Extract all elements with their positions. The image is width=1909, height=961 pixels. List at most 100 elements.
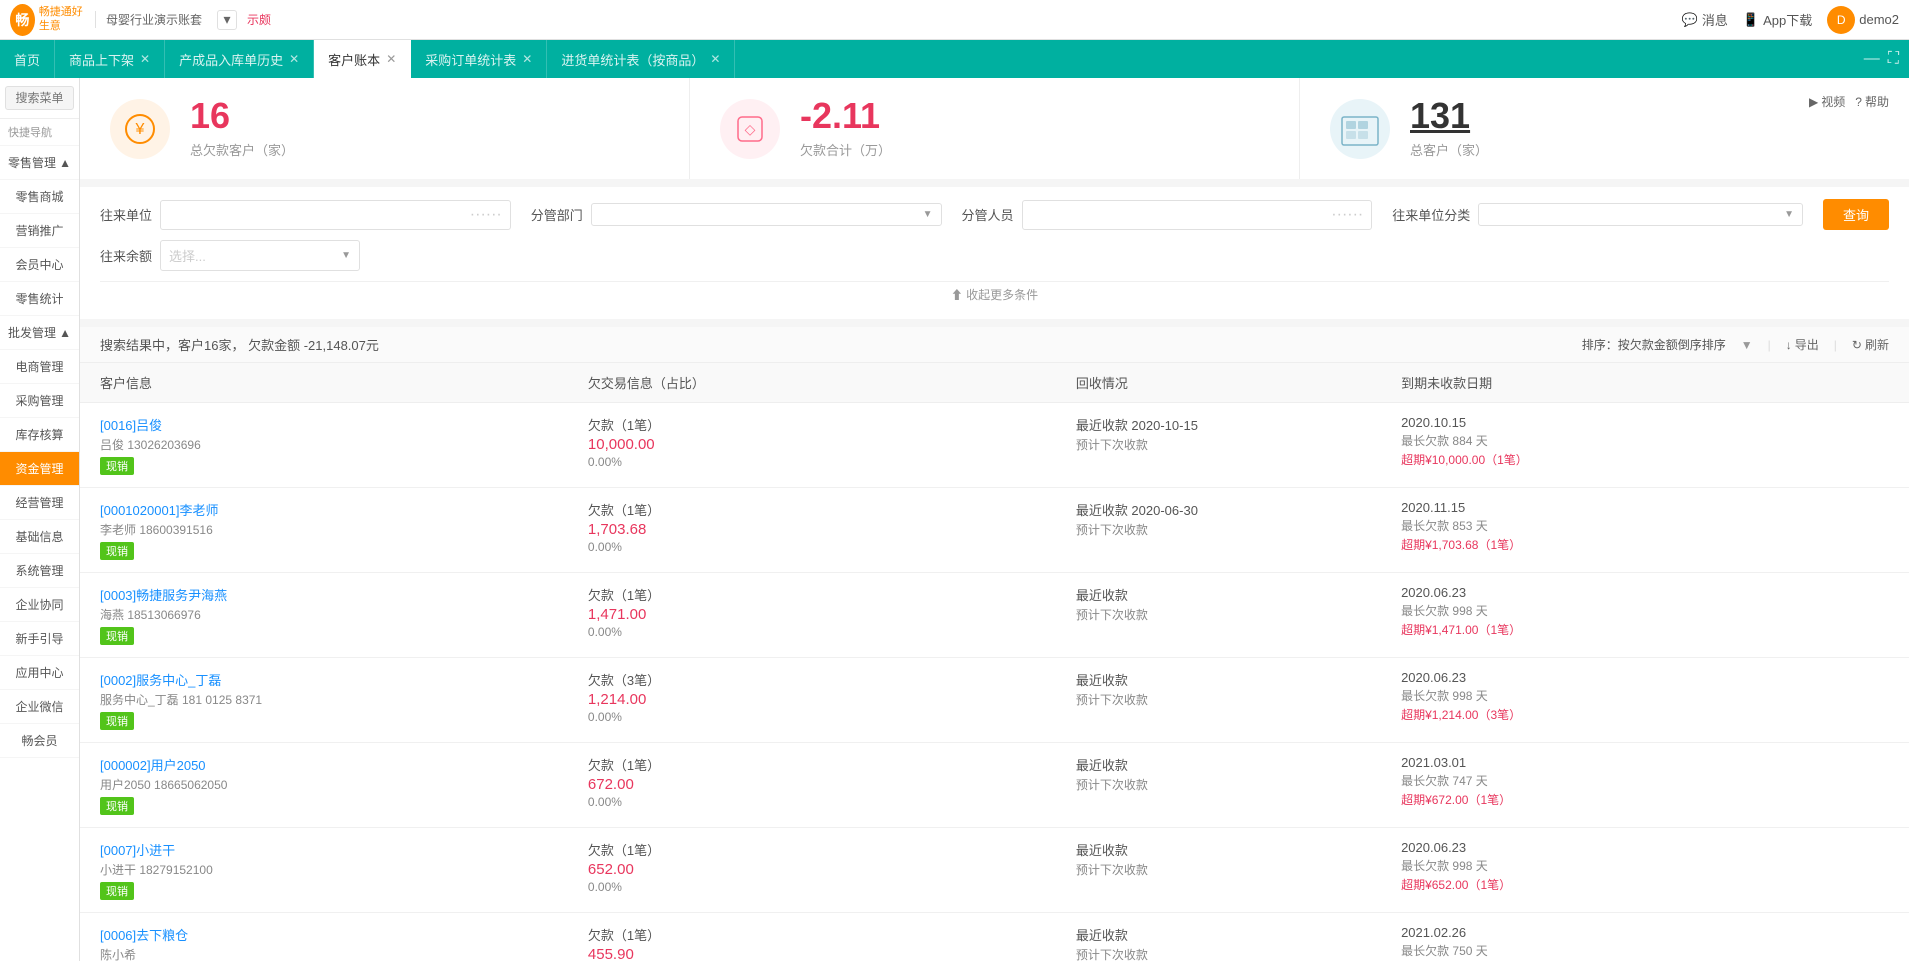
tab-home[interactable]: 首页 <box>0 40 55 78</box>
avatar: D <box>1827 6 1855 34</box>
customer-info-cell: [0016]吕俊 吕俊 13026203696 现销 <box>100 415 588 475</box>
stats-row: ¥ 16 总欠款客户（家） ◇ <box>80 78 1909 179</box>
overdue-amount-link[interactable]: 超期¥1,214.00（3笔） <box>1401 708 1521 722</box>
last-payment: 最近收款 <box>1076 670 1401 689</box>
tab-close-icon[interactable]: ✕ <box>386 52 396 66</box>
table-row: [0003]畅捷服务尹海燕 海燕 18513066976 现销 欠款（1笔） 1… <box>80 573 1909 658</box>
tab-minimize-icon[interactable]: — <box>1864 50 1880 68</box>
filter-label-dept: 分管部门 <box>531 205 583 224</box>
tab-close-icon[interactable]: ✕ <box>710 52 720 66</box>
filter-section: 往来单位 ··· 分管部门 ▼ 分管人员 ··· <box>80 187 1909 319</box>
debt-count: 欠款（1笔） <box>588 585 1076 604</box>
debt-percent: 0.00% <box>588 795 1076 809</box>
sidebar-item-retail-stats[interactable]: 零售统计 <box>0 282 79 316</box>
sidebar-item-ecommerce[interactable]: 电商管理 <box>0 350 79 384</box>
sidebar-item-member[interactable]: 会员中心 <box>0 248 79 282</box>
sidebar-item-batch-mgmt[interactable]: 批发管理▲ <box>0 316 79 350</box>
tab-close-icon[interactable]: ✕ <box>522 52 532 66</box>
stat-card-debt-total: ◇ -2.11 欠款合计（万） <box>690 78 1300 179</box>
last-payment: 最近收款 <box>1076 840 1401 859</box>
results-info: 搜索结果中，客户16家， 欠款金额 -21,148.07元 <box>100 335 379 354</box>
customer-name-link[interactable]: [0002]服务中心_丁磊 <box>100 673 221 688</box>
due-date: 2020.06.23 <box>1401 670 1889 685</box>
tab-product-online[interactable]: 商品上下架 ✕ <box>55 40 165 78</box>
tab-purchase-stats[interactable]: 进货单统计表（按商品） ✕ <box>547 40 735 78</box>
collapse-row[interactable]: ⬆ 收起更多条件 <box>100 281 1889 307</box>
customer-info-cell: [0006]去下粮仓 陈小希 现销 <box>100 925 588 961</box>
svg-text:◇: ◇ <box>745 121 756 137</box>
sidebar-item-inventory[interactable]: 库存核算 <box>0 418 79 452</box>
sidebar-item-app-center[interactable]: 应用中心 <box>0 656 79 690</box>
table-row: [0006]去下粮仓 陈小希 现销 欠款（1笔） 455.90 0.00% 最近… <box>80 913 1909 961</box>
refresh-button[interactable]: ↻ 刷新 <box>1852 336 1889 353</box>
tab-purchase-order[interactable]: 采购订单统计表 ✕ <box>411 40 547 78</box>
customer-phone: 服务中心_丁磊 181 0125 8371 <box>100 691 588 708</box>
results-bar: 搜索结果中，客户16家， 欠款金额 -21,148.07元 排序：按欠款金额倒序… <box>80 327 1909 363</box>
sidebar-item-marketing[interactable]: 营销推广 <box>0 214 79 248</box>
tab-close-icon[interactable]: ✕ <box>140 52 150 66</box>
sidebar-item-retail-mall[interactable]: 零售商城 <box>0 180 79 214</box>
overdue-days: 最长欠款 998 天 <box>1401 687 1889 704</box>
stat-card-debt-customers: ¥ 16 总欠款客户（家） <box>80 78 690 179</box>
overdue-amount: 超期¥1,703.68（1笔） <box>1401 536 1889 553</box>
overdue-amount-link[interactable]: 超期¥672.00（1笔） <box>1401 793 1511 807</box>
filter-item-unit-class: 往来单位分类 ▼ <box>1392 203 1803 226</box>
customer-name-link[interactable]: [0003]畅捷服务尹海燕 <box>100 588 227 603</box>
unit-class-arrow-icon: ▼ <box>1784 209 1794 220</box>
next-payment: 预计下次收款 <box>1076 521 1401 538</box>
customer-name-link[interactable]: [0007]小进干 <box>100 843 175 858</box>
debt-count: 欠款（1笔） <box>588 925 1076 944</box>
customer-phone: 陈小希 <box>100 946 588 961</box>
sidebar-item-corp-wechat[interactable]: 企业微信 <box>0 690 79 724</box>
sidebar-item-enterprise[interactable]: 企业协同 <box>0 588 79 622</box>
sidebar-item-vip[interactable]: 畅会员 <box>0 724 79 758</box>
message-button[interactable]: 💬 消息 <box>1682 10 1728 29</box>
overdue-amount-link[interactable]: 超期¥10,000.00（1笔） <box>1401 453 1528 467</box>
tab-customer-account[interactable]: 客户账本 ✕ <box>314 40 411 78</box>
nav-link[interactable]: 示颇 <box>247 11 271 28</box>
sidebar-item-newbie[interactable]: 新手引导 <box>0 622 79 656</box>
unit-input[interactable]: ··· <box>160 200 511 230</box>
recovery-cell: 最近收款 预计下次收款 <box>1076 670 1401 708</box>
video-button[interactable]: ▶ 视频 <box>1809 93 1845 110</box>
sidebar-item-system[interactable]: 系统管理 <box>0 554 79 588</box>
dropdown-arrow-icon[interactable]: ▾ <box>217 10 237 30</box>
sidebar-item-operations[interactable]: 经营管理 <box>0 486 79 520</box>
person-input[interactable]: ··· <box>1022 200 1373 230</box>
due-date: 2021.03.01 <box>1401 755 1889 770</box>
next-payment: 预计下次收款 <box>1076 691 1401 708</box>
customer-name-link[interactable]: [0016]吕俊 <box>100 418 162 433</box>
overdue-amount-link[interactable]: 超期¥1,471.00（1笔） <box>1401 623 1521 637</box>
message-icon: 💬 <box>1682 12 1698 28</box>
overdue-days: 最长欠款 747 天 <box>1401 772 1889 789</box>
customer-name-link[interactable]: [0006]去下粮仓 <box>100 928 188 943</box>
sidebar-item-basic-info[interactable]: 基础信息 <box>0 520 79 554</box>
customer-name-link[interactable]: [0001020001]李老师 <box>100 503 219 518</box>
search-input[interactable] <box>5 86 74 110</box>
export-button[interactable]: ↓ 导出 <box>1786 336 1819 353</box>
refresh-icon: ↻ <box>1852 338 1862 352</box>
overdue-amount: 超期¥1,471.00（1笔） <box>1401 621 1889 638</box>
export-icon: ↓ <box>1786 338 1792 352</box>
table-row: [0007]小进干 小进干 18279152100 现销 欠款（1笔） 652.… <box>80 828 1909 913</box>
help-button[interactable]: ? 帮助 <box>1855 93 1889 110</box>
dept-select[interactable]: ▼ <box>591 203 942 226</box>
overdue-amount-link[interactable]: 超期¥1,703.68（1笔） <box>1401 538 1521 552</box>
tab-maximize-icon[interactable]: ⛶ <box>1888 50 1899 68</box>
due-date: 2020.06.23 <box>1401 585 1889 600</box>
overdue-amount-link[interactable]: 超期¥652.00（1笔） <box>1401 878 1511 892</box>
balance-select[interactable]: 选择... ▼ <box>160 240 360 271</box>
col-debt-info: 欠交易信息（占比） <box>588 373 1076 392</box>
sidebar-item-purchase[interactable]: 采购管理 <box>0 384 79 418</box>
recovery-cell: 最近收款 预计下次收款 <box>1076 755 1401 793</box>
sidebar-item-finance[interactable]: 资金管理 <box>0 452 79 486</box>
user-profile[interactable]: D demo2 <box>1827 6 1899 34</box>
tab-product-history[interactable]: 产成品入库单历史 ✕ <box>165 40 314 78</box>
sidebar-item-retail-mgmt[interactable]: 零售管理▲ <box>0 146 79 180</box>
tab-close-icon[interactable]: ✕ <box>289 52 299 66</box>
customer-name-link[interactable]: [000002]用户2050 <box>100 758 206 773</box>
unit-class-select[interactable]: ▼ <box>1478 203 1803 226</box>
sort-arrow-icon[interactable]: ▼ <box>1741 338 1753 352</box>
app-download-button[interactable]: 📱 App下载 <box>1743 10 1812 29</box>
search-button[interactable]: 查询 <box>1823 199 1889 230</box>
